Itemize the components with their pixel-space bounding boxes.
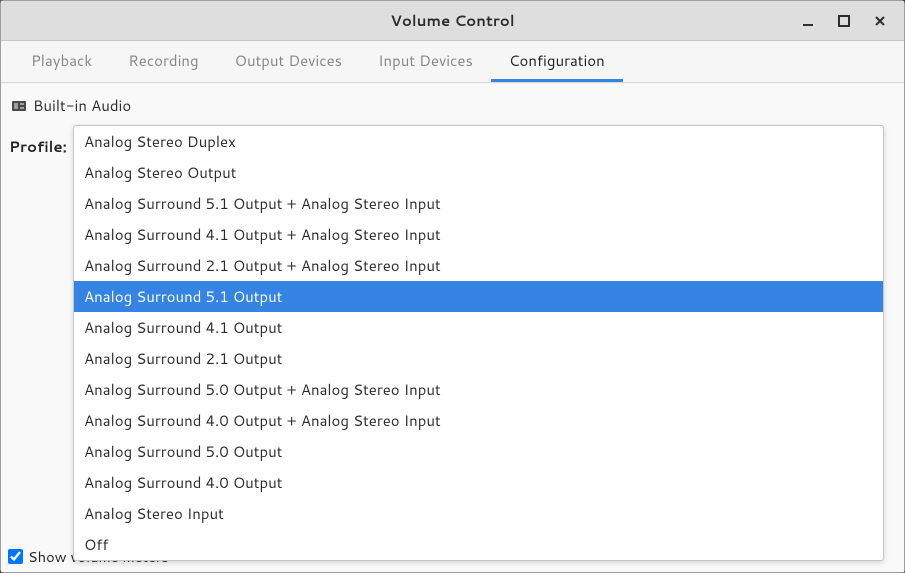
titlebar[interactable]: Volume Control [1, 1, 904, 41]
app-window: Volume Control Playback Recording Output… [0, 0, 905, 573]
tab-output-devices[interactable]: Output Devices [217, 41, 360, 82]
show-volume-meters-checkbox[interactable] [8, 549, 23, 564]
minimize-icon [801, 14, 815, 28]
window-title: Volume Control [390, 10, 514, 31]
sound-card-icon [11, 98, 27, 114]
profile-option[interactable]: Analog Stereo Input [74, 498, 883, 529]
profile-option[interactable]: Analog Stereo Duplex [74, 126, 883, 157]
tab-recording[interactable]: Recording [110, 41, 216, 82]
content-area: Built-in Audio Profile: Analog Stereo Du… [1, 83, 904, 572]
profile-option[interactable]: Analog Surround 4.0 Output [74, 467, 883, 498]
tab-bar: Playback Recording Output Devices Input … [1, 41, 904, 83]
profile-option[interactable]: Analog Surround 5.0 Output + Analog Ster… [74, 374, 883, 405]
profile-option[interactable]: Analog Stereo Output [74, 157, 883, 188]
tab-configuration[interactable]: Configuration [491, 41, 623, 82]
device-header: Built-in Audio [11, 95, 894, 116]
tab-input-devices[interactable]: Input Devices [360, 41, 491, 82]
profile-option[interactable]: Analog Surround 4.1 Output [74, 312, 883, 343]
device-name: Built-in Audio [33, 95, 131, 116]
profile-option[interactable]: Analog Surround 2.1 Output + Analog Ster… [74, 250, 883, 281]
close-icon [873, 14, 887, 28]
profile-option-selected[interactable]: Analog Surround 5.1 Output [74, 281, 883, 312]
profile-option[interactable]: Analog Surround 2.1 Output [74, 343, 883, 374]
profile-option[interactable]: Analog Surround 4.1 Output + Analog Ster… [74, 219, 883, 250]
profile-option[interactable]: Analog Surround 5.0 Output [74, 436, 883, 467]
close-button[interactable] [870, 11, 890, 31]
window-controls [790, 1, 898, 40]
profile-option[interactable]: Analog Surround 5.1 Output + Analog Ster… [74, 188, 883, 219]
profile-dropdown-list[interactable]: Analog Stereo Duplex Analog Stereo Outpu… [73, 125, 884, 561]
minimize-button[interactable] [798, 11, 818, 31]
profile-option[interactable]: Off [74, 529, 883, 560]
maximize-icon [837, 14, 851, 28]
maximize-button[interactable] [834, 11, 854, 31]
profile-label: Profile: [9, 126, 67, 157]
profile-option[interactable]: Analog Surround 4.0 Output + Analog Ster… [74, 405, 883, 436]
tab-playback[interactable]: Playback [13, 41, 110, 82]
